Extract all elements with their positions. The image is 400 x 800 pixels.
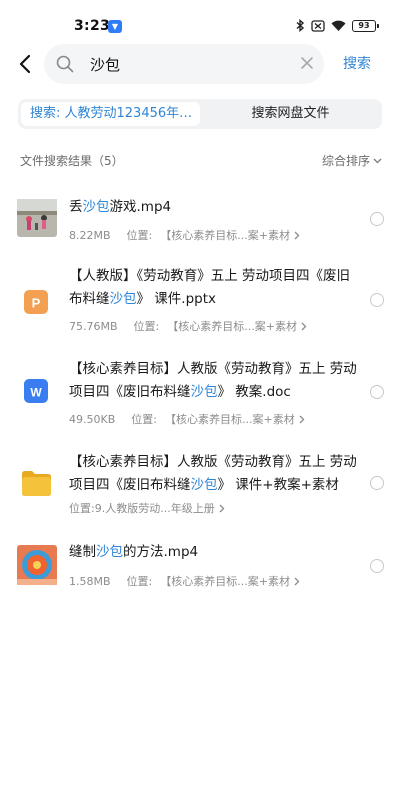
sort-label: 综合排序 [321, 154, 370, 168]
file-name: 【核心素养目标】人教版《劳动教育》五上 劳动项目四《废旧布料缝沙包》 教案.do… [69, 361, 357, 400]
file-meta: 1.58MB 位置: 【核心素养目标...案+素材 [69, 573, 300, 589]
chevron-down-icon [373, 158, 382, 163]
file-meta: 8.22MB 位置: 【核心素养目标...案+素材 [69, 227, 300, 243]
select-checkbox[interactable] [370, 385, 384, 399]
file-row[interactable]: W 【核心素养目标】人教版《劳动教育》五上 劳动项目四《废旧布料缝沙包》 教案.… [0, 355, 400, 431]
file-row[interactable]: 缝制沙包的方法.mp4 1.58MB 位置: 【核心素养目标...案+素材 [0, 538, 400, 600]
select-checkbox[interactable] [370, 476, 384, 490]
chevron-right-icon [294, 577, 300, 585]
video-thumbnail [17, 199, 57, 237]
file-size: 49.50KB [69, 412, 116, 426]
back-button[interactable] [14, 52, 38, 76]
file-location-link[interactable]: 【核心素养目标...案+素材 [167, 318, 297, 334]
file-size: 8.22MB [69, 228, 111, 242]
select-checkbox[interactable] [370, 559, 384, 573]
clear-icon[interactable] [300, 56, 314, 70]
chevron-left-icon [19, 54, 31, 74]
file-row[interactable]: 丢沙包游戏.mp4 8.22MB 位置: 【核心素养目标...案+素材 [0, 190, 400, 252]
file-name: 缝制沙包的方法.mp4 [69, 544, 199, 560]
file-location-link[interactable]: 【核心素养目标...案+素材 [160, 573, 290, 589]
location-label: 位置: [126, 575, 153, 588]
folder-icon [22, 471, 51, 496]
status-bar: 3:23 ▼ 93 [0, 0, 400, 40]
status-indicators: 93 [296, 19, 379, 32]
file-size: 75.76MB [69, 319, 118, 333]
results-count-label: 文件搜索结果（5） [20, 154, 124, 168]
svg-text:P: P [32, 296, 41, 311]
app-notification-icon: ▼ [108, 20, 122, 33]
file-name: 【核心素养目标】人教版《劳动教育》五上 劳动项目四《废旧布料缝沙包》 课件+教案… [69, 454, 357, 493]
chevron-right-icon [294, 231, 300, 239]
file-meta: 75.76MB 位置: 【核心素养目标...案+素材 [69, 318, 307, 334]
search-scope-tabs: 搜索: 人教劳动123456年… 搜索网盘文件 [18, 99, 382, 129]
word-file-icon: W [24, 379, 48, 403]
search-button[interactable]: 搜索 [343, 53, 371, 73]
file-location-link[interactable]: 9.人教版劳动...年级上册 [95, 500, 215, 516]
file-row[interactable]: P 【人教版】《劳动教育》五上 劳动项目四《废旧布料缝沙包》 课件.pptx 7… [0, 262, 400, 338]
location-label: 位置: [133, 320, 160, 333]
search-query-text: 沙包 [90, 56, 121, 74]
select-checkbox[interactable] [370, 293, 384, 307]
ppt-file-icon: P [24, 290, 48, 314]
file-meta: 49.50KB 位置: 【核心素养目标...案+素材 [69, 411, 305, 427]
file-name: 【人教版】《劳动教育》五上 劳动项目四《废旧布料缝沙包》 课件.pptx [69, 268, 351, 307]
tab-search-current-folder[interactable]: 搜索: 人教劳动123456年… [21, 102, 200, 126]
location-label: 位置: [69, 502, 95, 515]
chevron-right-icon [301, 322, 307, 330]
tab-search-cloud-files[interactable]: 搜索网盘文件 [202, 102, 379, 126]
select-checkbox[interactable] [370, 212, 384, 226]
chevron-right-icon [219, 504, 225, 512]
wifi-icon [331, 20, 346, 31]
no-sim-icon [311, 19, 325, 32]
chevron-right-icon [299, 415, 305, 423]
status-time: 3:23 [74, 18, 111, 34]
search-input[interactable]: 沙包 [44, 44, 324, 84]
battery-icon: 93 [352, 19, 379, 32]
bluetooth-icon [296, 19, 305, 32]
location-label: 位置: [126, 229, 153, 242]
file-size: 1.58MB [69, 574, 111, 588]
sort-dropdown[interactable]: 综合排序 [322, 152, 382, 169]
search-icon [56, 55, 74, 73]
svg-text:W: W [30, 386, 42, 400]
file-location-link[interactable]: 【核心素养目标...案+素材 [160, 227, 290, 243]
location-label: 位置: [131, 413, 157, 426]
file-meta: 位置: 9.人教版劳动...年级上册 [69, 500, 225, 516]
file-location-link[interactable]: 【核心素养目标...案+素材 [165, 411, 295, 427]
video-thumbnail [17, 545, 57, 585]
folder-row[interactable]: 【核心素养目标】人教版《劳动教育》五上 劳动项目四《废旧布料缝沙包》 课件+教案… [0, 448, 400, 524]
file-name: 丢沙包游戏.mp4 [69, 199, 172, 215]
